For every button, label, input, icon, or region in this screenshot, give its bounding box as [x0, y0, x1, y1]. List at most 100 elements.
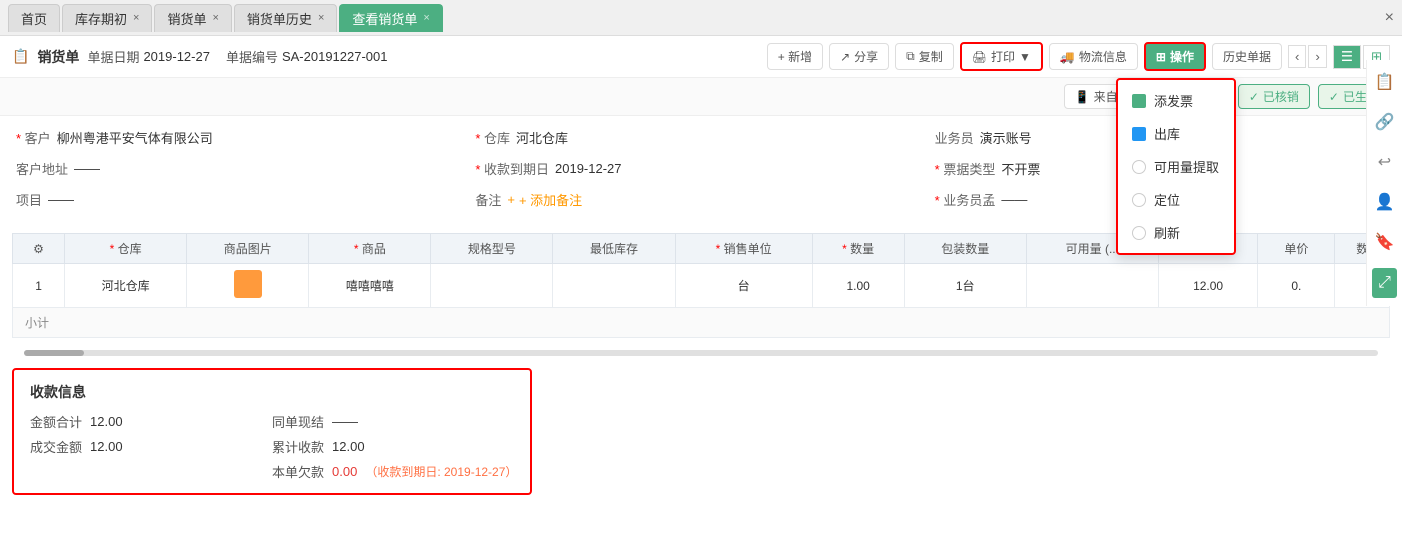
total-amount-value: 12.00 — [90, 414, 123, 429]
owed-label: 本单欠款 — [272, 462, 324, 481]
prev-button[interactable]: ‹ — [1288, 45, 1306, 68]
confirm-button[interactable]: ✓ 已核销 — [1238, 84, 1310, 109]
ticket-label: 票据类型 — [935, 159, 996, 178]
add-invoice-icon — [1132, 94, 1146, 108]
dropdown-locate[interactable]: 定位 — [1118, 183, 1234, 216]
operation-button[interactable]: ⊞ 操作 — [1144, 42, 1206, 71]
new-button[interactable]: + 新增 — [767, 43, 823, 70]
tab-view-sales-label: 查看销货单 — [352, 9, 417, 28]
row-available — [1026, 264, 1158, 308]
dropdown-available-extract[interactable]: 可用量提取 — [1118, 150, 1234, 183]
dropdown-outbound[interactable]: 出库 — [1118, 117, 1234, 150]
transaction-label: 成交金额 — [30, 437, 82, 456]
warehouse-field: 仓库 河北仓库 — [475, 128, 926, 147]
same-order-row: 同单现结 —— — [272, 412, 514, 431]
tab-view-sales-close[interactable]: × — [423, 12, 429, 24]
header-actions: + 新增 ↗ 分享 ⧉ 复制 🖨 打印 ▼ 🚚 物流信息 ⊞ 操作 — [767, 42, 1390, 71]
tab-sales-close[interactable]: × — [212, 12, 218, 24]
dropdown-refresh[interactable]: 刷新 — [1118, 216, 1234, 249]
row-qty: 1.00 — [812, 264, 904, 308]
row-image — [187, 264, 309, 308]
staff-label: 业务员 — [935, 128, 974, 147]
tab-home[interactable]: 首页 — [8, 4, 60, 32]
history-button[interactable]: 历史单据 — [1212, 43, 1282, 70]
print-label: 打印 — [991, 48, 1015, 65]
tab-history[interactable]: 销货单历史 × — [234, 4, 337, 32]
print-button[interactable]: 🖨 打印 ▼ — [960, 42, 1043, 71]
next-button[interactable]: › — [1308, 45, 1326, 68]
locate-label: 定位 — [1154, 190, 1180, 209]
refresh-label: 刷新 — [1154, 223, 1180, 242]
confirm-label: 已核销 — [1263, 88, 1299, 105]
cumulative-row: 累计收款 12.00 — [272, 437, 514, 456]
copy-icon: ⧉ — [906, 49, 915, 64]
payment-grid: 金额合计 12.00 同单现结 —— 成交金额 12.00 累计收款 12.00… — [30, 412, 514, 481]
payment-info-box: 收款信息 金额合计 12.00 同单现结 —— 成交金额 12.00 累计收款 … — [12, 368, 532, 495]
scroll-track[interactable] — [24, 350, 1378, 356]
total-amount-row: 金额合计 12.00 — [30, 412, 272, 431]
project-value: —— — [48, 192, 168, 207]
confirm-icon: ✓ — [1249, 90, 1259, 104]
sales-staff-label: 业务员孟 — [935, 190, 996, 209]
add-invoice-label: 添发票 — [1154, 91, 1193, 110]
tab-home-label: 首页 — [21, 9, 47, 28]
dropdown-add-invoice[interactable]: 添发票 — [1118, 84, 1234, 117]
logistics-button[interactable]: 🚚 物流信息 — [1049, 43, 1138, 70]
payment-title: 收款信息 — [30, 382, 514, 402]
scroll-thumb[interactable] — [24, 350, 84, 356]
tab-sales[interactable]: 销货单 × — [154, 4, 231, 32]
share-icon: ↗ — [840, 50, 850, 64]
owed-note: （收款到期日: 2019-12-27） — [365, 463, 514, 480]
sidebar-expand-icon[interactable]: ⤢ — [1372, 268, 1397, 298]
col-min-stock: 最低库存 — [553, 234, 675, 264]
operation-dropdown-container: ⊞ 操作 添发票 出库 可用量提取 — [1144, 42, 1206, 71]
sidebar-doc-icon[interactable]: 📋 — [1371, 68, 1399, 96]
sidebar-return-icon[interactable]: ↩ — [1374, 148, 1395, 176]
address-value: —— — [74, 161, 194, 176]
address-field: 客户地址 —— — [16, 159, 467, 178]
number-label: 单据编号 — [226, 47, 278, 66]
tab-inventory-close[interactable]: × — [133, 12, 139, 24]
tab-inventory[interactable]: 库存期初 × — [62, 4, 152, 32]
locate-icon — [1132, 193, 1146, 207]
sidebar-tag-icon[interactable]: 🔖 — [1371, 228, 1399, 256]
payment-date-field: 收款到期日 2019-12-27 — [475, 159, 926, 178]
sales-staff-value: —— — [1001, 192, 1121, 207]
owed-value: 0.00 — [332, 464, 357, 479]
scroll-area[interactable] — [0, 346, 1402, 360]
total-amount-label: 金额合计 — [30, 412, 82, 431]
tab-view-sales[interactable]: 查看销货单 × — [339, 4, 442, 32]
copy-button[interactable]: ⧉ 复制 — [895, 43, 954, 70]
doc-type-icon: 📋 — [12, 48, 29, 65]
customer-label: 客户 — [16, 128, 51, 147]
list-view-button[interactable]: ☰ — [1333, 45, 1361, 69]
payment-date-value: 2019-12-27 — [555, 161, 675, 176]
col-warehouse: * 仓库 — [65, 234, 187, 264]
col-pack: 包装数量 — [904, 234, 1026, 264]
staff-value: 演示账号 — [980, 128, 1100, 147]
header-meta: 单据日期 2019-12-27 单据编号 SA-20191227-001 — [87, 47, 387, 66]
transaction-value: 12.00 — [90, 439, 123, 454]
sidebar-user-icon[interactable]: 👤 — [1371, 188, 1399, 216]
tab-history-close[interactable]: × — [318, 12, 324, 24]
tab-history-label: 销货单历史 — [247, 9, 312, 28]
doc-date-field: 单据日期 2019-12-27 — [87, 47, 210, 66]
col-image: 商品图片 — [187, 234, 309, 264]
print-dropdown-icon: ▼ — [1019, 50, 1031, 64]
row-min-stock — [553, 264, 675, 308]
note-label: 备注 — [475, 190, 501, 209]
print-icon: 🖨 — [972, 50, 987, 64]
row-current: 12.00 — [1158, 264, 1258, 308]
row-product: 嘻嘻嘻嘻 — [309, 264, 431, 308]
share-button[interactable]: ↗ 分享 — [829, 43, 889, 70]
tab-bar-close[interactable]: × — [1385, 9, 1394, 27]
outbound-label: 出库 — [1154, 124, 1180, 143]
sidebar-link-icon[interactable]: 🔗 — [1371, 108, 1399, 136]
col-qty: * 数量 — [812, 234, 904, 264]
same-order-label: 同单现结 — [272, 412, 324, 431]
ticket-value: 不开票 — [1001, 159, 1121, 178]
payment-date-label: 收款到期日 — [475, 159, 549, 178]
transaction-row: 成交金额 12.00 — [30, 437, 272, 456]
add-note-button[interactable]: + + 添加备注 — [507, 190, 582, 209]
operation-label: 操作 — [1170, 48, 1194, 65]
